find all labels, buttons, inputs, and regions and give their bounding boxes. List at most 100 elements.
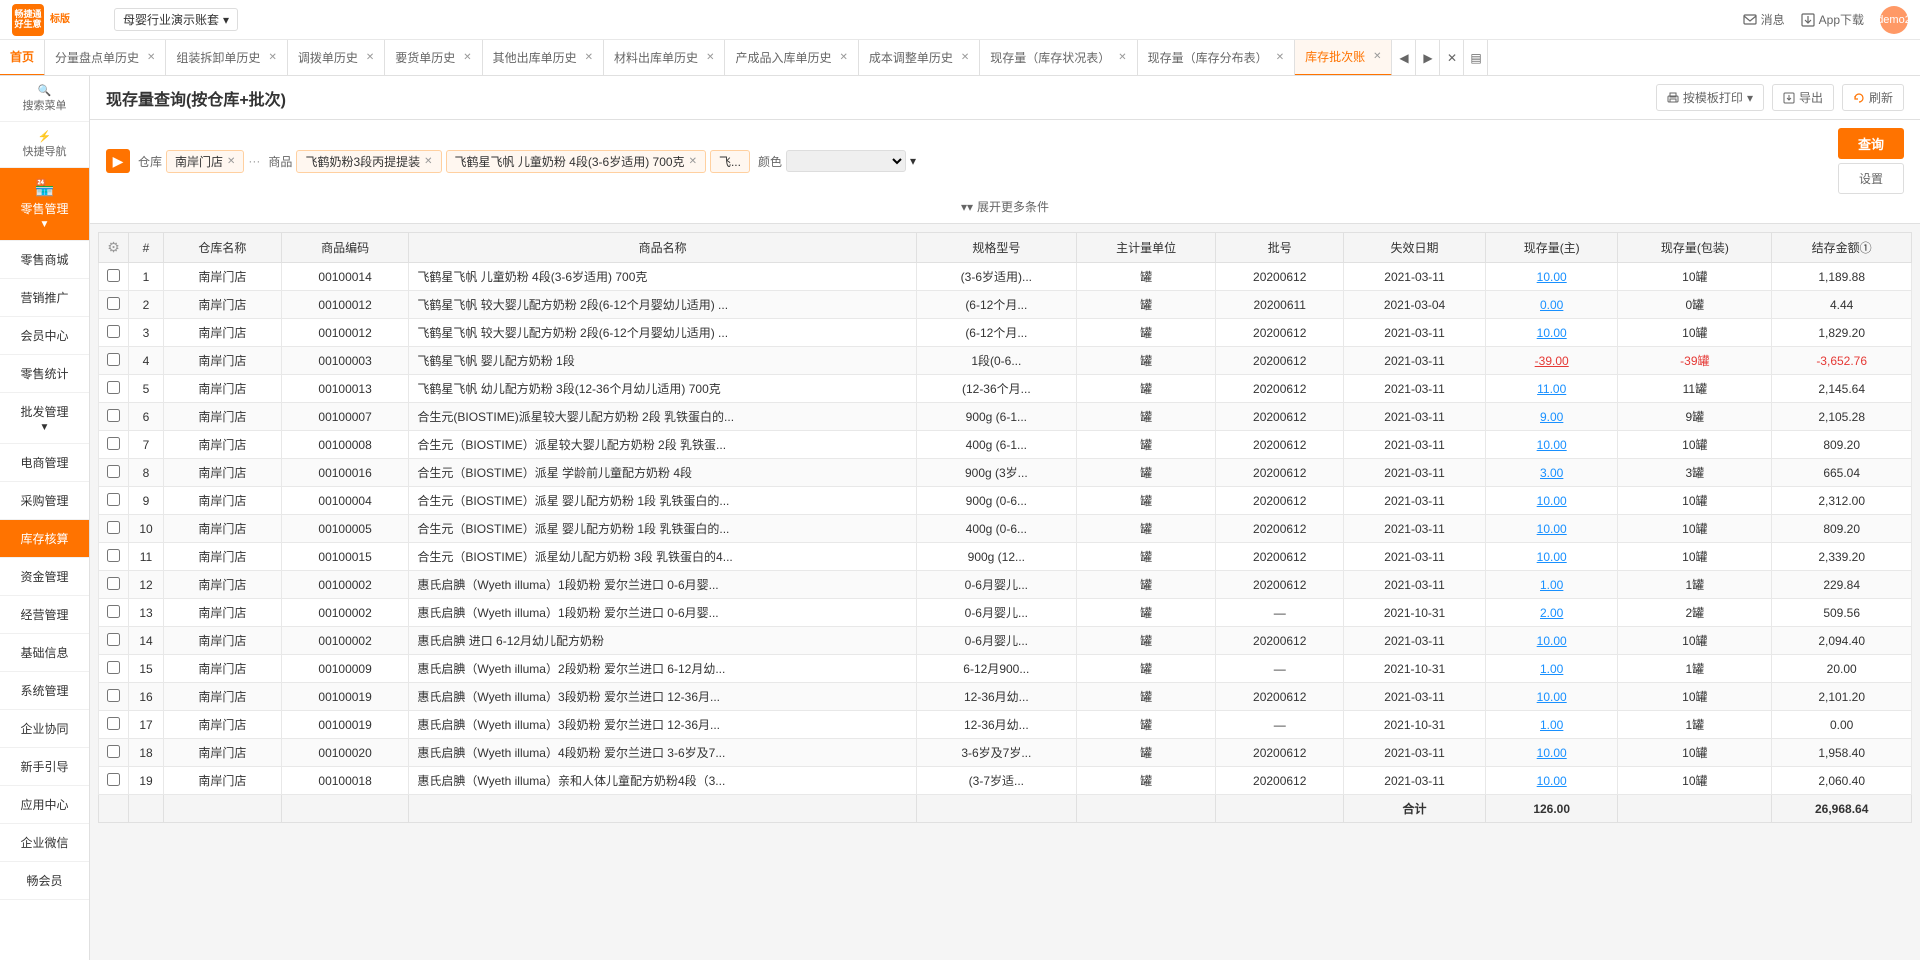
row-qty-main[interactable]: 10.00 — [1486, 487, 1618, 515]
tab-close-pizhicibiao[interactable]: ✕ — [1373, 51, 1381, 62]
row-checkbox[interactable] — [107, 689, 120, 702]
color-select[interactable] — [786, 150, 906, 172]
tab-chengpinru[interactable]: 产成品入库单历史✕ — [725, 40, 858, 76]
product-tag-1[interactable]: 飞鹤奶粉3段丙提提装 ✕ — [296, 150, 441, 173]
row-checkbox[interactable] — [107, 633, 120, 646]
row-qty-main[interactable]: 10.00 — [1486, 263, 1618, 291]
tab-xianzailiang2[interactable]: 现存量（库存分布表）✕ — [1138, 40, 1295, 76]
tab-menu-btn[interactable]: ▤ — [1464, 40, 1488, 76]
row-qty-main[interactable]: 10.00 — [1486, 515, 1618, 543]
tab-fenpan[interactable]: 分量盘点单历史✕ — [45, 40, 166, 76]
row-checkbox[interactable] — [107, 297, 120, 310]
message-btn[interactable]: 消息 — [1743, 11, 1785, 28]
tab-prev-btn[interactable]: ◀ — [1392, 40, 1416, 76]
setting-btn[interactable]: 设置 — [1838, 163, 1904, 194]
sidebar-item-ecommerce[interactable]: 电商管理 — [0, 444, 89, 482]
col-settings[interactable]: ⚙ — [99, 233, 129, 263]
row-qty-main[interactable]: 2.00 — [1486, 599, 1618, 627]
row-qty-main[interactable]: 10.00 — [1486, 431, 1618, 459]
row-checkbox[interactable] — [107, 773, 120, 786]
row-qty-main[interactable]: 10.00 — [1486, 683, 1618, 711]
tab-close-chengbentiao[interactable]: ✕ — [961, 52, 969, 63]
row-qty-main[interactable]: 1.00 — [1486, 655, 1618, 683]
row-qty-main[interactable]: 11.00 — [1486, 375, 1618, 403]
row-qty-main[interactable]: 3.00 — [1486, 459, 1618, 487]
tab-close-cailiaochu[interactable]: ✕ — [706, 52, 714, 63]
tab-close-chengpinru[interactable]: ✕ — [839, 52, 847, 63]
tab-close-xianzailiang1[interactable]: ✕ — [1118, 52, 1126, 63]
tab-close-btn[interactable]: ✕ — [1440, 40, 1464, 76]
tab-cailiaochu[interactable]: 材料出库单历史✕ — [604, 40, 725, 76]
row-qty-main[interactable]: 10.00 — [1486, 767, 1618, 795]
product-tag-1-close[interactable]: ✕ — [424, 156, 432, 167]
tab-home[interactable]: 首页 — [0, 40, 45, 76]
org-selector[interactable]: 母婴行业演示账套 ▾ — [114, 8, 238, 31]
row-checkbox[interactable] — [107, 549, 120, 562]
row-qty-main[interactable]: 10.00 — [1486, 319, 1618, 347]
sidebar-quick-nav[interactable]: ⚡ 快捷导航 — [0, 122, 89, 168]
sidebar-item-inventory[interactable]: 库存核算 — [0, 520, 89, 558]
row-qty-main[interactable]: 1.00 — [1486, 711, 1618, 739]
row-checkbox[interactable] — [107, 465, 120, 478]
row-checkbox[interactable] — [107, 409, 120, 422]
row-qty-main[interactable]: -39.00 — [1486, 347, 1618, 375]
sidebar-item-guide[interactable]: 新手引导 — [0, 748, 89, 786]
sidebar-item-system[interactable]: 系统管理 — [0, 672, 89, 710]
sidebar-item-retail-shop[interactable]: 零售商城 — [0, 241, 89, 279]
tab-pizhicibiao[interactable]: 库存批次账✕ — [1295, 40, 1392, 76]
tab-qita[interactable]: 其他出库单历史✕ — [483, 40, 604, 76]
sidebar-item-member[interactable]: 会员中心 — [0, 317, 89, 355]
row-checkbox[interactable] — [107, 605, 120, 618]
tab-close-fenpan[interactable]: ✕ — [147, 52, 155, 63]
sidebar-item-retail-stat[interactable]: 零售统计 — [0, 355, 89, 393]
sidebar-item-member2[interactable]: 畅会员 — [0, 862, 89, 900]
row-checkbox[interactable] — [107, 745, 120, 758]
tab-close-yaohuo[interactable]: ✕ — [463, 52, 471, 63]
row-qty-main[interactable]: 10.00 — [1486, 543, 1618, 571]
row-checkbox[interactable] — [107, 269, 120, 282]
row-checkbox[interactable] — [107, 325, 120, 338]
row-qty-main[interactable]: 0.00 — [1486, 291, 1618, 319]
row-checkbox[interactable] — [107, 717, 120, 730]
expand-more-btn[interactable]: ▾▾ 展开更多条件 — [106, 198, 1904, 215]
tab-xianzailiang1[interactable]: 现存量（库存状况表）✕ — [980, 40, 1137, 76]
warehouse-tag-close[interactable]: ✕ — [227, 156, 235, 167]
row-checkbox[interactable] — [107, 493, 120, 506]
tab-chengbentiao[interactable]: 成本调整单历史✕ — [859, 40, 980, 76]
sidebar-item-app-center[interactable]: 应用中心 — [0, 786, 89, 824]
tab-next-btn[interactable]: ▶ — [1416, 40, 1440, 76]
tab-zuche[interactable]: 组装拆卸单历史✕ — [166, 40, 287, 76]
tab-close-xianzailiang2[interactable]: ✕ — [1276, 52, 1284, 63]
sidebar-item-basic[interactable]: 基础信息 — [0, 634, 89, 672]
product-tag-2-close[interactable]: ✕ — [689, 156, 697, 167]
row-qty-main[interactable]: 10.00 — [1486, 739, 1618, 767]
print-btn[interactable]: 按模板打印 ▾ — [1656, 84, 1764, 111]
sidebar-item-marketing[interactable]: 营销推广 — [0, 279, 89, 317]
tab-close-zuche[interactable]: ✕ — [268, 52, 276, 63]
sidebar-item-retail[interactable]: 🏪 零售管理 ▼ — [0, 168, 89, 241]
sidebar-search[interactable]: 🔍 搜索菜单 — [0, 76, 89, 122]
tab-close-tiaopi[interactable]: ✕ — [366, 52, 374, 63]
sidebar-item-enterprise[interactable]: 企业协同 — [0, 710, 89, 748]
sidebar-item-operations[interactable]: 经营管理 — [0, 596, 89, 634]
sidebar-item-finance[interactable]: 资金管理 — [0, 558, 89, 596]
row-qty-main[interactable]: 1.00 — [1486, 571, 1618, 599]
product-tag-2[interactable]: 飞鹤星飞帆 儿童奶粉 4段(3-6岁适用) 700克 ✕ — [446, 150, 706, 173]
avatar[interactable]: demo2 — [1880, 6, 1908, 34]
row-checkbox[interactable] — [107, 661, 120, 674]
filter-expand-btn[interactable]: ▶ — [106, 149, 130, 173]
row-checkbox[interactable] — [107, 437, 120, 450]
product-tag-3[interactable]: 飞... — [710, 150, 750, 173]
row-checkbox[interactable] — [107, 521, 120, 534]
warehouse-more[interactable]: ··· — [248, 154, 260, 168]
row-checkbox[interactable] — [107, 353, 120, 366]
query-btn[interactable]: 查询 — [1838, 128, 1904, 159]
refresh-btn[interactable]: 刷新 — [1842, 84, 1904, 111]
sidebar-item-purchase[interactable]: 采购管理 — [0, 482, 89, 520]
tab-close-qita[interactable]: ✕ — [585, 52, 593, 63]
warehouse-tag[interactable]: 南岸门店 ✕ — [166, 150, 244, 173]
row-qty-main[interactable]: 9.00 — [1486, 403, 1618, 431]
tab-yaohuo[interactable]: 要货单历史✕ — [385, 40, 482, 76]
row-checkbox[interactable] — [107, 577, 120, 590]
row-checkbox[interactable] — [107, 381, 120, 394]
